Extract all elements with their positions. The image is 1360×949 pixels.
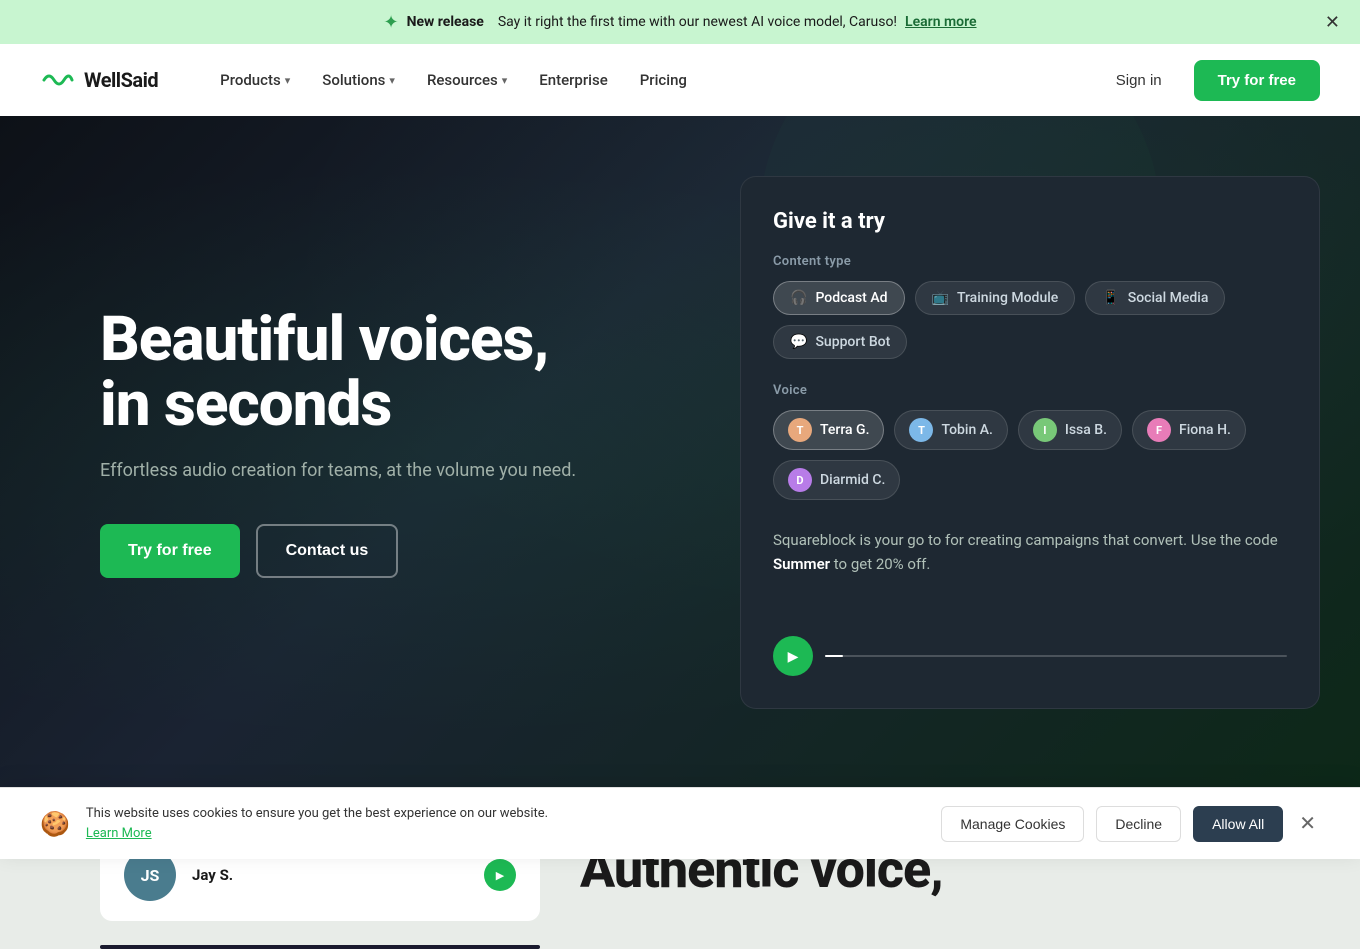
cookie-banner: 🍪 This website uses cookies to ensure yo…: [0, 787, 1360, 859]
chevron-down-icon: ▾: [502, 74, 508, 87]
voice-chips: T Terra G. T Tobin A. I Issa B. F Fiona …: [773, 410, 1287, 500]
hero-contact-button[interactable]: Contact us: [256, 524, 399, 578]
chip-podcast[interactable]: 🎧 Podcast Ad: [773, 281, 905, 315]
hero-title: Beautiful voices, in seconds: [100, 307, 620, 437]
new-release-badge: New release: [407, 14, 484, 30]
nav-item-solutions[interactable]: Solutions ▾: [308, 63, 409, 97]
chevron-down-icon: ▾: [389, 74, 395, 87]
announcement-close-button[interactable]: ✕: [1325, 13, 1340, 31]
phone-icon: 📱: [1102, 290, 1119, 306]
logo-icon: [40, 68, 76, 92]
chevron-down-icon: ▾: [285, 74, 291, 87]
nav-try-free-button[interactable]: Try for free: [1194, 60, 1320, 101]
play-button[interactable]: ▶: [773, 636, 813, 676]
content-type-chips: 🎧 Podcast Ad 📺 Training Module 📱 Social …: [773, 281, 1287, 359]
nav-item-enterprise[interactable]: Enterprise: [525, 63, 621, 97]
chip-social[interactable]: 📱 Social Media: [1085, 281, 1225, 315]
manage-cookies-button[interactable]: Manage Cookies: [941, 806, 1084, 842]
announcement-message: Say it right the first time with our new…: [498, 14, 897, 30]
headphone-icon: 🎧: [790, 290, 807, 306]
hero-content: Beautiful voices, in seconds Effortless …: [100, 307, 620, 578]
nav-item-resources[interactable]: Resources ▾: [413, 63, 521, 97]
progress-fill: [825, 655, 843, 657]
cookie-text: This website uses cookies to ensure you …: [86, 804, 925, 843]
audio-player: ▶: [773, 636, 1287, 676]
chip-support[interactable]: 💬 Support Bot: [773, 325, 907, 359]
announcement-learn-more-link[interactable]: Learn more: [905, 14, 976, 30]
cookie-actions: Manage Cookies Decline Allow All ✕: [941, 806, 1320, 842]
chat-icon: 💬: [790, 334, 807, 350]
demo-card-title: Give it a try: [773, 209, 1287, 234]
voice-chip-tobin[interactable]: T Tobin A.: [894, 410, 1007, 450]
fiona-avatar: F: [1147, 418, 1171, 442]
decline-button[interactable]: Decline: [1096, 806, 1181, 842]
logo-text: WellSaid: [84, 68, 158, 92]
cookie-icon: 🍪: [40, 810, 70, 838]
cookie-close-button[interactable]: ✕: [1295, 807, 1320, 840]
announcement-bar: ✦ New release Say it right the first tim…: [0, 0, 1360, 44]
cookie-learn-more-link[interactable]: Learn More: [86, 824, 925, 844]
voice-label: Voice: [773, 383, 1287, 398]
allow-all-button[interactable]: Allow All: [1193, 806, 1283, 842]
content-type-label: Content type: [773, 254, 1287, 269]
divider: [100, 945, 540, 949]
testimonial-name: Jay S.: [192, 866, 233, 884]
monitor-icon: 📺: [932, 290, 949, 306]
issa-avatar: I: [1033, 418, 1057, 442]
voice-chip-diarmid[interactable]: D Diarmid C.: [773, 460, 900, 500]
logo-link[interactable]: WellSaid: [40, 68, 158, 92]
hero-section: Beautiful voices, in seconds Effortless …: [0, 116, 1360, 789]
nav-right: Sign in Try for free: [1100, 60, 1320, 101]
sparkle-icon: ✦: [383, 12, 398, 33]
nav-item-pricing[interactable]: Pricing: [626, 63, 701, 97]
nav-links: Products ▾ Solutions ▾ Resources ▾ Enter…: [206, 63, 1068, 97]
chip-training[interactable]: 📺 Training Module: [915, 281, 1076, 315]
voice-chip-fiona[interactable]: F Fiona H.: [1132, 410, 1246, 450]
progress-bar[interactable]: [825, 655, 1287, 657]
terra-avatar: T: [788, 418, 812, 442]
hero-try-free-button[interactable]: Try for free: [100, 524, 240, 578]
testimonial-play-button[interactable]: ▶: [484, 859, 516, 891]
voice-chip-terra[interactable]: T Terra G.: [773, 410, 884, 450]
hero-buttons: Try for free Contact us: [100, 524, 620, 578]
nav-item-products[interactable]: Products ▾: [206, 63, 304, 97]
demo-text: Squareblock is your go to for creating c…: [773, 528, 1287, 608]
navbar: WellSaid Products ▾ Solutions ▾ Resource…: [0, 44, 1360, 116]
hero-subtitle: Effortless audio creation for teams, at …: [100, 457, 620, 484]
demo-card: Give it a try Content type 🎧 Podcast Ad …: [740, 176, 1320, 709]
voice-chip-issa[interactable]: I Issa B.: [1018, 410, 1122, 450]
sign-in-button[interactable]: Sign in: [1100, 64, 1178, 97]
tobin-avatar: T: [909, 418, 933, 442]
diarmid-avatar: D: [788, 468, 812, 492]
